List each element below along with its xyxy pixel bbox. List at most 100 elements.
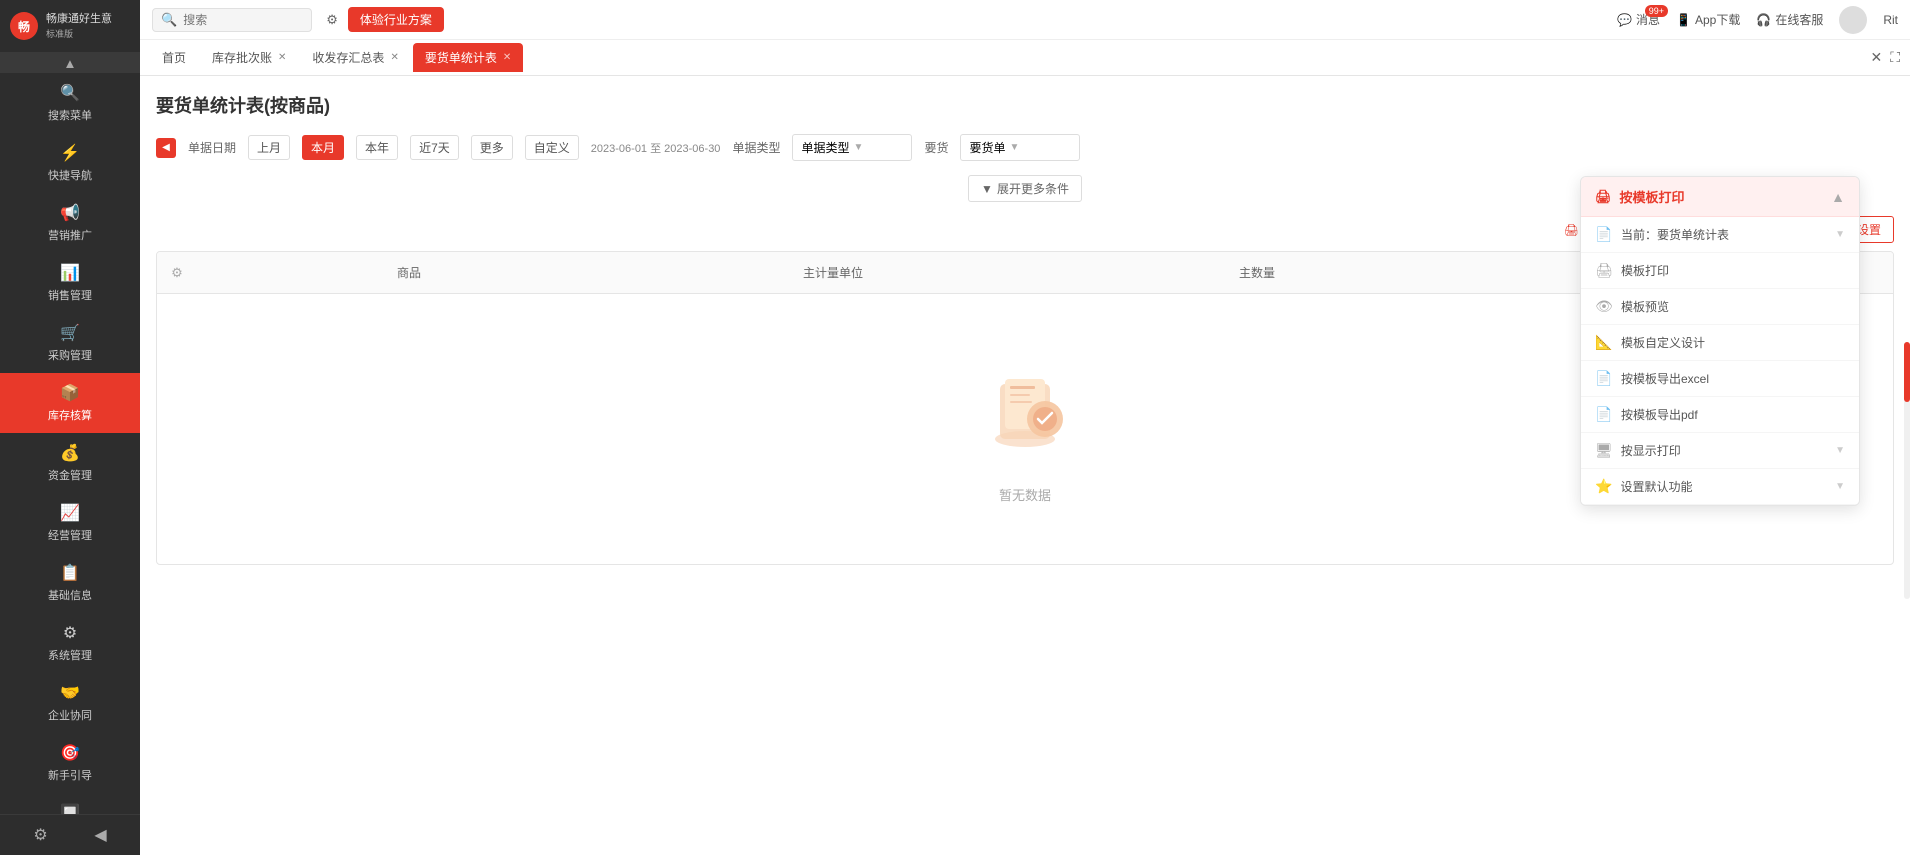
system-icon: ⚙	[63, 623, 77, 643]
template-excel-label: 按模板导出excel	[1621, 370, 1845, 387]
date-btn-custom[interactable]: 自定义	[525, 135, 579, 160]
template-print-label: 模板打印	[1621, 262, 1845, 279]
tab-order-stats[interactable]: 要货单统计表 ✕	[413, 43, 523, 72]
sidebar-enterprise-label: 企业协同	[48, 707, 92, 723]
quick-nav-icon: ⚡	[60, 143, 80, 163]
online-service-btn[interactable]: 🎧 在线客服	[1756, 11, 1823, 28]
topbar: 🔍 ⚙ 体验行业方案 💬 消息 99+ 📱 App下载 🎧 在线客服 Rit	[140, 0, 1910, 40]
expand-icon: ▼	[981, 182, 993, 196]
type-select[interactable]: 单据类型 ▼	[792, 134, 912, 161]
sidebar-marketing-label: 营销推广	[48, 227, 92, 243]
dropdown-template-print[interactable]: 🖨 模板打印	[1581, 253, 1859, 289]
sales-icon: 📊	[60, 263, 80, 283]
date-btn-this-month[interactable]: 本月	[302, 135, 344, 160]
settings-bottom-icon[interactable]: ⚙	[33, 825, 47, 845]
message-btn[interactable]: 💬 消息 99+	[1617, 11, 1660, 28]
purchase-icon: 🛒	[60, 323, 80, 343]
tab-inventory-batch[interactable]: 库存批次账 ✕	[200, 43, 298, 72]
sidebar-item-system[interactable]: ⚙ 系统管理	[0, 613, 140, 673]
filter-collapse-btn[interactable]: ◀	[156, 138, 176, 158]
sidebar-item-enterprise[interactable]: 🤝 企业协同	[0, 673, 140, 733]
display-print-icon: 🖥	[1595, 442, 1613, 459]
print-dropdown: 🖨 按模板打印 ▲ 📄 当前：要货单统计表 ▼ 🖨 模板打印 👁 模板预	[1580, 176, 1860, 506]
tab-collection-close[interactable]: ✕	[390, 52, 398, 63]
expand-more-btn[interactable]: ▼ 展开更多条件	[968, 175, 1082, 202]
sidebar-bottom: ⚙ ◀	[0, 814, 140, 855]
dropdown-current-item[interactable]: 📄 当前：要货单统计表 ▼	[1581, 217, 1859, 253]
service-label: 在线客服	[1775, 11, 1823, 28]
display-print-label: 按显示打印	[1621, 442, 1827, 459]
printer-header-icon: 🖨	[1595, 189, 1612, 205]
sidebar-quicknav-label: 快捷导航	[48, 167, 92, 183]
topbar-search-box[interactable]: 🔍	[152, 8, 312, 32]
dropdown-display-print[interactable]: 🖥 按显示打印 ▼	[1581, 433, 1859, 469]
industry-btn[interactable]: 体验行业方案	[348, 7, 444, 32]
sidebar-item-purchase[interactable]: 🛒 采购管理	[0, 313, 140, 373]
tab-fullscreen-btn[interactable]: ⛶	[1890, 49, 1900, 66]
app-download-btn[interactable]: 📱 App下载	[1676, 11, 1740, 28]
operations-icon: 📈	[60, 503, 80, 523]
collapse-icon[interactable]: ◀	[94, 825, 106, 845]
yaohuo-filter-label: 要货	[924, 139, 948, 156]
tabbar: 首页 库存批次账 ✕ 收发存汇总表 ✕ 要货单统计表 ✕ ✕ ⛶	[140, 40, 1910, 76]
sidebar-purchase-label: 采购管理	[48, 347, 92, 363]
date-btn-this-year[interactable]: 本年	[356, 135, 398, 160]
sidebar-item-sales[interactable]: 📊 销售管理	[0, 253, 140, 313]
sidebar-item-inventory[interactable]: 📦 库存核算	[0, 373, 140, 433]
tab-order-stats-close[interactable]: ✕	[503, 52, 511, 63]
empty-illustration	[975, 354, 1075, 473]
basic-info-icon: 📋	[60, 563, 80, 583]
tab-expand-btn[interactable]: ✕	[1870, 49, 1882, 66]
dropdown-template-pdf[interactable]: 📄 按模板导出pdf	[1581, 397, 1859, 433]
yaohuo-select[interactable]: 要货单 ▼	[960, 134, 1080, 161]
sidebar-item-search[interactable]: 🔍 搜索菜单	[0, 73, 140, 133]
yaohuo-select-arrow: ▼	[1009, 142, 1019, 153]
date-btn-7days[interactable]: 近7天	[410, 135, 459, 160]
filter-row-1: ◀ 单据日期 上月 本月 本年 近7天 更多 自定义 2023-06-01 至 …	[156, 134, 1894, 161]
dropdown-header: 🖨 按模板打印 ▲	[1581, 177, 1859, 217]
sidebar-item-finance[interactable]: 💰 资金管理	[0, 433, 140, 493]
dropdown-template-custom[interactable]: 📐 模板自定义设计	[1581, 325, 1859, 361]
tab-inventory-batch-close[interactable]: ✕	[278, 52, 286, 63]
sidebar-finance-label: 资金管理	[48, 467, 92, 483]
sidebar-item-basic-info[interactable]: 📋 基础信息	[0, 553, 140, 613]
sidebar-item-guide[interactable]: 🎯 新手引导	[0, 733, 140, 793]
headset-icon: 🎧	[1756, 13, 1771, 27]
tab-collection-summary[interactable]: 收发存汇总表 ✕	[300, 43, 410, 72]
topbar-gear-icon[interactable]: ⚙	[326, 12, 338, 28]
enterprise-icon: 🤝	[60, 683, 80, 703]
search-input[interactable]	[183, 13, 303, 27]
sidebar-search-label: 搜索菜单	[48, 107, 92, 123]
sidebar-item-operations[interactable]: 📈 经营管理	[0, 493, 140, 553]
tab-home[interactable]: 首页	[150, 43, 198, 72]
col-quantity: 主数量	[1045, 260, 1469, 285]
scroll-up-btn[interactable]: ▲	[0, 53, 140, 73]
date-btn-more[interactable]: 更多	[471, 135, 513, 160]
finance-icon: 💰	[60, 443, 80, 463]
dropdown-template-preview[interactable]: 👁 模板预览	[1581, 289, 1859, 325]
dropdown-close-btn[interactable]: ▲	[1831, 189, 1845, 205]
date-range-text: 2023-06-01 至 2023-06-30	[591, 140, 721, 156]
dropdown-set-default[interactable]: ⭐ 设置默认功能 ▼	[1581, 469, 1859, 505]
sidebar-item-quick-nav[interactable]: ⚡ 快捷导航	[0, 133, 140, 193]
search-nav-icon: 🔍	[60, 83, 80, 103]
sidebar-item-app-center[interactable]: 🔲 应用中心	[0, 793, 140, 814]
page-title: 要货单统计表(按商品)	[156, 92, 1894, 118]
column-settings-icon[interactable]: ⚙	[157, 265, 197, 281]
sidebar-system-label: 系统管理	[48, 647, 92, 663]
sidebar-item-marketing[interactable]: 📢 营销推广	[0, 193, 140, 253]
date-btn-last-month[interactable]: 上月	[248, 135, 290, 160]
tab-home-label: 首页	[162, 49, 186, 66]
dropdown-template-excel[interactable]: 📄 按模板导出excel	[1581, 361, 1859, 397]
template-excel-icon: 📄	[1595, 370, 1613, 387]
date-filter-label: 单据日期	[188, 139, 236, 156]
template-custom-icon: 📐	[1595, 334, 1613, 351]
yaohuo-select-label: 要货单	[969, 139, 1005, 156]
avatar[interactable]	[1839, 6, 1867, 34]
type-select-arrow: ▼	[853, 142, 863, 153]
username-label[interactable]: Rit	[1883, 13, 1898, 27]
sidebar: 畅 畅康通好生意 标准版 ▲ 🔍 搜索菜单 ⚡ 快捷导航 📢 营销推广 📊 销售…	[0, 0, 140, 855]
type-select-label: 单据类型	[801, 139, 849, 156]
sidebar-basicinfo-label: 基础信息	[48, 587, 92, 603]
scrollbar-thumb[interactable]	[1904, 342, 1910, 402]
